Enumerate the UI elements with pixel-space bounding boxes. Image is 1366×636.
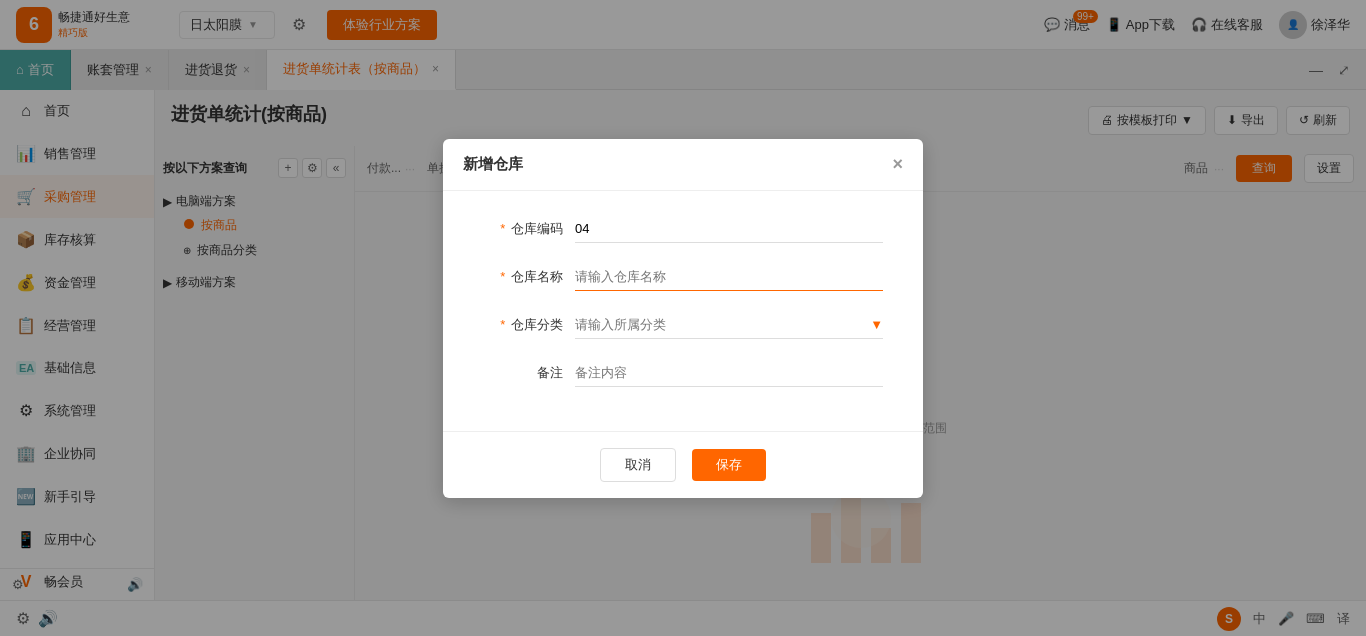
name-label: * 仓库名称 [483, 268, 563, 286]
modal-footer: 取消 保存 [443, 431, 923, 498]
modal-close-button[interactable]: × [892, 155, 903, 173]
category-field-row: * 仓库分类 ▼ [483, 311, 883, 339]
modal-header: 新增仓库 × [443, 139, 923, 191]
warehouse-code-input[interactable] [575, 215, 883, 243]
code-required-mark: * [500, 221, 505, 236]
warehouse-name-input[interactable] [575, 263, 883, 291]
category-required-mark: * [500, 317, 505, 332]
warehouse-category-input[interactable] [575, 317, 870, 332]
name-field-row: * 仓库名称 [483, 263, 883, 291]
category-chevron-icon: ▼ [870, 317, 883, 332]
modal-title: 新增仓库 [463, 155, 523, 174]
code-field-row: * 仓库编码 [483, 215, 883, 243]
modal-overlay[interactable]: 新增仓库 × * 仓库编码 * 仓库名称 [0, 0, 1366, 636]
category-select-wrapper: ▼ [575, 311, 883, 339]
save-button[interactable]: 保存 [692, 449, 766, 481]
code-label: * 仓库编码 [483, 220, 563, 238]
note-field-row: 备注 [483, 359, 883, 387]
name-required-mark: * [500, 269, 505, 284]
category-label: * 仓库分类 [483, 316, 563, 334]
modal-body: * 仓库编码 * 仓库名称 * 仓库分类 [443, 191, 923, 431]
warehouse-note-input[interactable] [575, 359, 883, 387]
cancel-button[interactable]: 取消 [600, 448, 676, 482]
note-label: 备注 [483, 364, 563, 382]
new-warehouse-modal: 新增仓库 × * 仓库编码 * 仓库名称 [443, 139, 923, 498]
